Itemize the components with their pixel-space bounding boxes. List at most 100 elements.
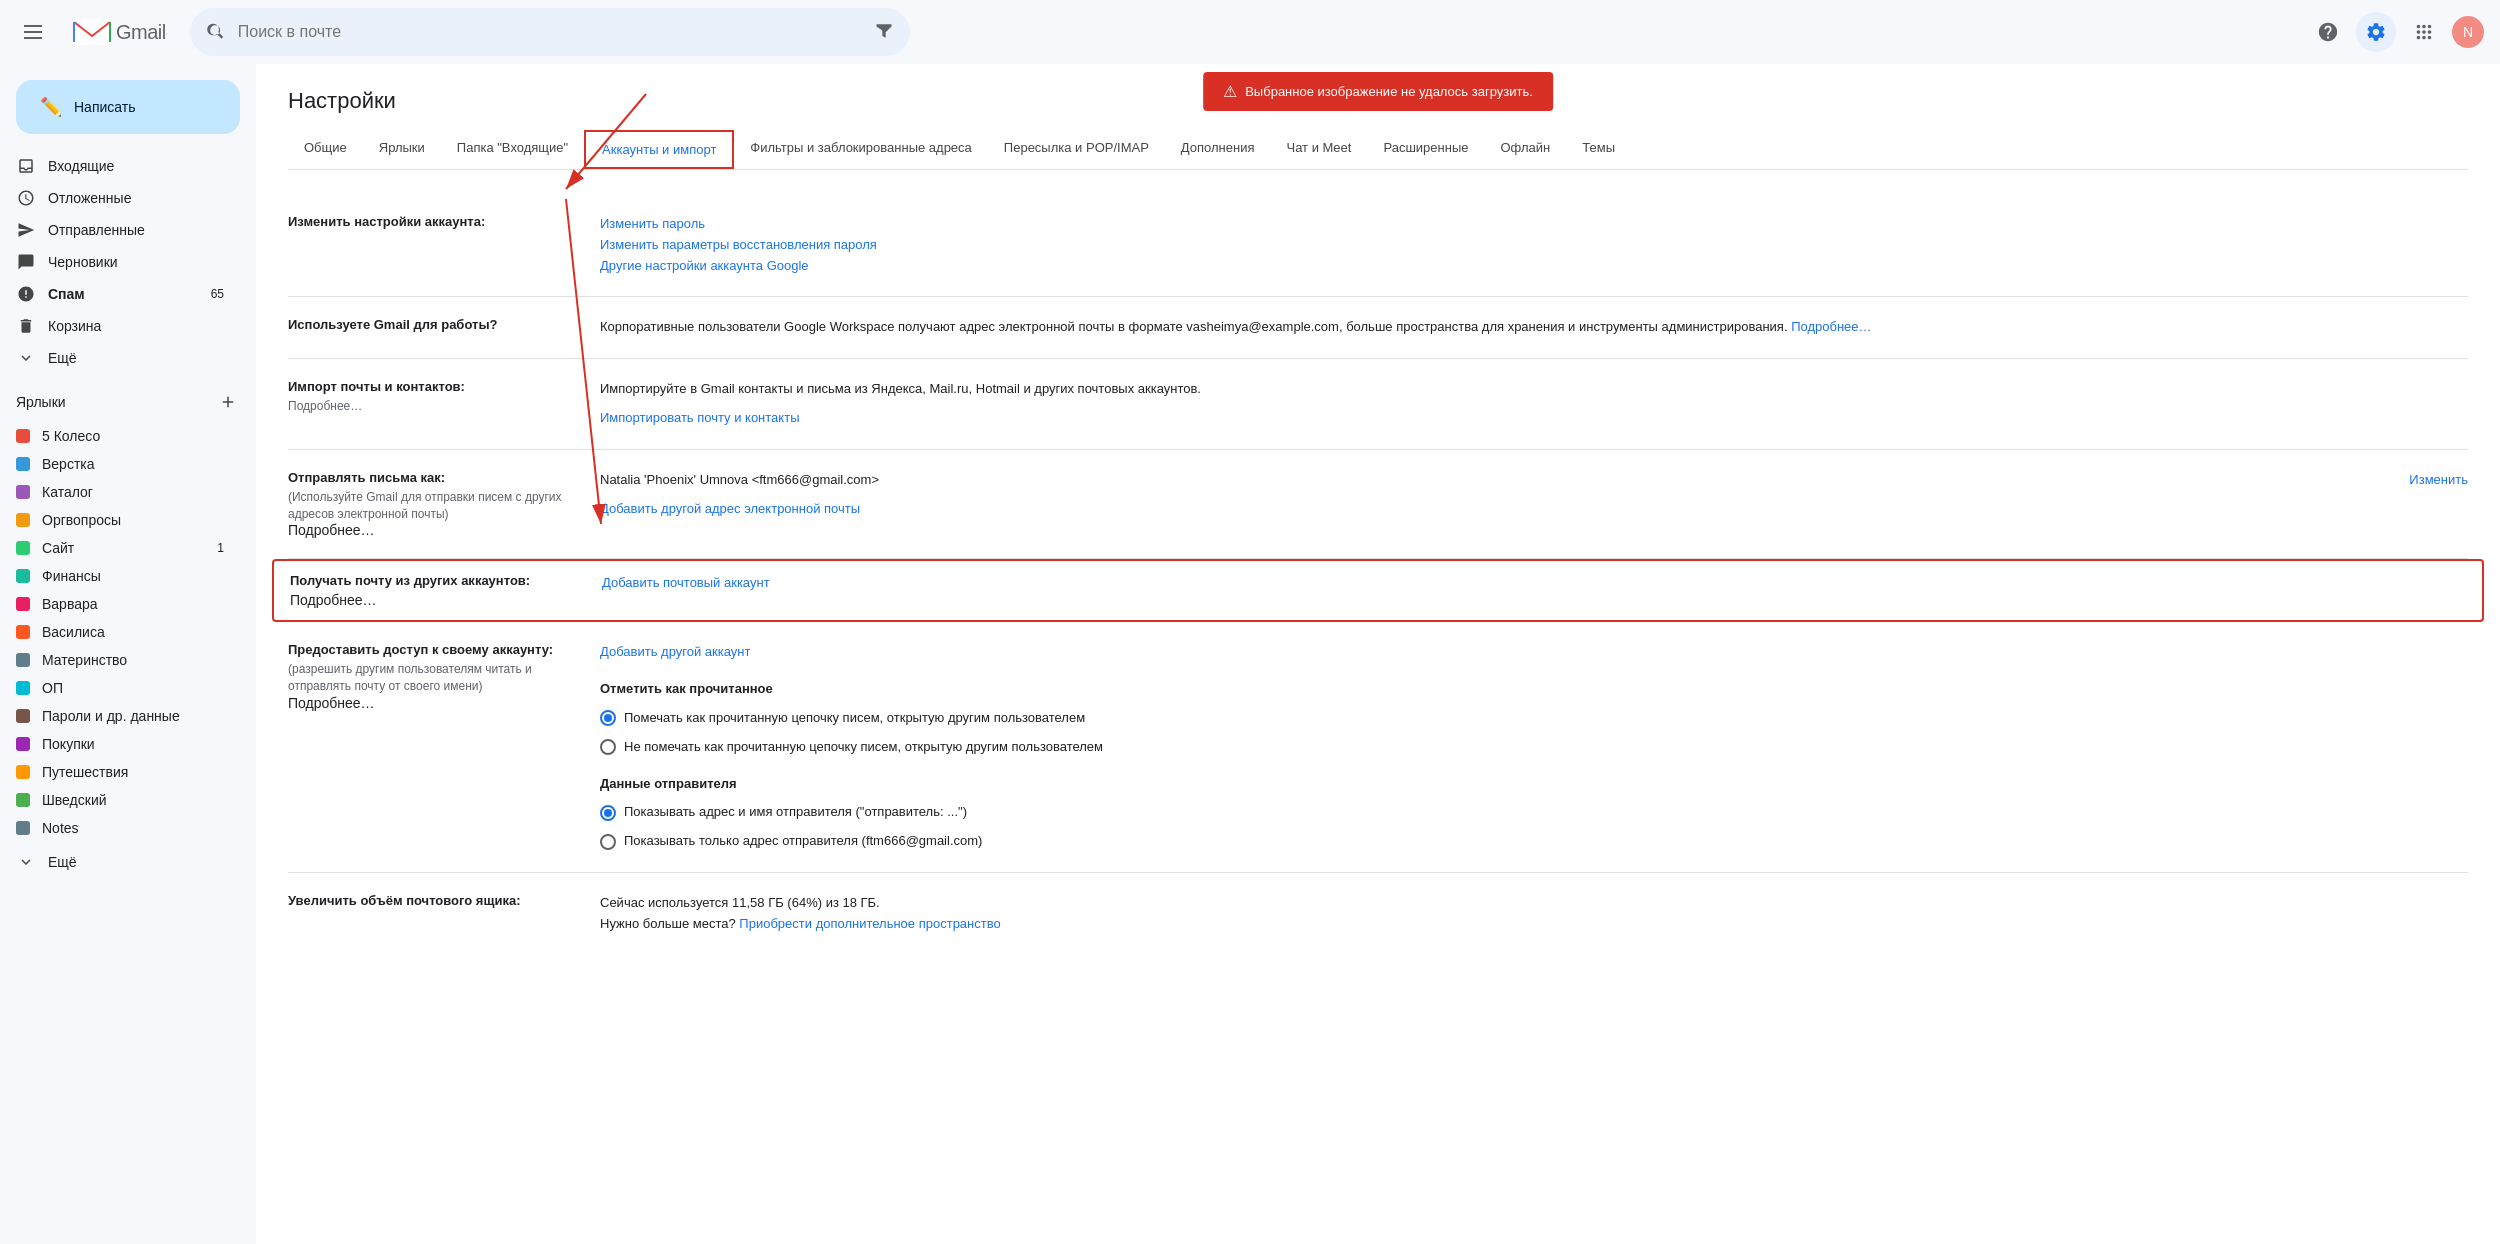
label-5koleso[interactable]: 5 Колесо [0, 422, 240, 450]
tab-labels[interactable]: Ярлыки [363, 130, 441, 169]
tab-general[interactable]: Общие [288, 130, 363, 169]
apps-button[interactable] [2404, 12, 2444, 52]
label-finansy[interactable]: Финансы [0, 562, 240, 590]
help-button[interactable] [2308, 12, 2348, 52]
mark-read-option2[interactable]: Не помечать как прочитанную цепочку писе… [600, 737, 2468, 758]
label-varvara[interactable]: Варвара [0, 590, 240, 618]
label-orgvoprosy[interactable]: Оргвопросы [0, 506, 240, 534]
label-name-maternity: Материнство [42, 652, 224, 668]
google-settings-link[interactable]: Другие настройки аккаунта Google [600, 258, 809, 273]
import-more-link[interactable]: Подробнее… [288, 399, 362, 413]
import-text: Импортируйте в Gmail контакты и письма и… [600, 379, 2468, 400]
label-name-varvara: Варвара [42, 596, 224, 612]
label-notes[interactable]: Notes [0, 814, 240, 842]
tab-advanced[interactable]: Расширенные [1367, 130, 1484, 169]
sidebar-item-spam[interactable]: Спам 65 [0, 278, 240, 310]
label-name-finansy: Финансы [42, 568, 224, 584]
mark-read-option1[interactable]: Помечать как прочитанную цепочку писем, … [600, 708, 2468, 729]
sidebar-item-trash[interactable]: Корзина [0, 310, 240, 342]
sender-data-option2[interactable]: Показывать только адрес отправителя (ftm… [600, 831, 2468, 852]
import-label-col: Импорт почты и контактов: Подробнее… [288, 379, 568, 429]
storage-action-link[interactable]: Приобрести дополнительное пространство [739, 916, 1000, 931]
grant-action-link[interactable]: Добавить другой аккаунт [600, 644, 750, 659]
sendas-more-link[interactable]: Подробнее… [288, 522, 375, 538]
sender-data-label2: Показывать только адрес отправителя (ftm… [624, 831, 982, 852]
receive-label: Получать почту из других аккаунтов: [290, 573, 570, 588]
compose-button[interactable]: ✏️ Написать [16, 80, 240, 134]
label-name-passwords: Пароли и др. данные [42, 708, 224, 724]
sidebar-item-sent[interactable]: Отправленные [0, 214, 240, 246]
receive-more-link[interactable]: Подробнее… [290, 592, 377, 608]
settings-content: Изменить настройки аккаунта: Изменить па… [256, 170, 2500, 979]
storage-more-text: Нужно больше места? [600, 916, 736, 931]
compose-label: Написать [74, 99, 135, 115]
error-icon: ⚠ [1223, 82, 1237, 101]
avatar[interactable]: N [2452, 16, 2484, 48]
label-swedish[interactable]: Шведский [0, 786, 240, 814]
tab-accounts[interactable]: Аккаунты и импорт [584, 130, 734, 169]
sidebar: ✏️ Написать Входящие Отложенные Отправле… [0, 64, 256, 1244]
search-input[interactable] [238, 23, 862, 41]
settings-row-account: Изменить настройки аккаунта: Изменить па… [288, 194, 2468, 297]
workspace-more-link[interactable]: Подробнее… [1791, 319, 1871, 334]
label-dot-finansy [16, 569, 30, 583]
settings-row-import: Импорт почты и контактов: Подробнее… Имп… [288, 359, 2468, 450]
tab-filters[interactable]: Фильтры и заблокированные адреса [734, 130, 987, 169]
sendas-sub: (Используйте Gmail для отправки писем с … [288, 489, 568, 523]
label-dot-vasilisa [16, 625, 30, 639]
svg-rect-1 [24, 31, 42, 33]
menu-icon[interactable] [16, 12, 56, 52]
top-bar-right: N [2308, 12, 2484, 52]
settings-row-receive: Получать почту из других аккаунтов: Подр… [272, 559, 2484, 622]
receive-label-col: Получать почту из других аккаунтов: Подр… [290, 573, 570, 608]
tab-forwarding[interactable]: Пересылка и POP/IMAP [988, 130, 1165, 169]
filter-icon[interactable] [874, 21, 894, 44]
storage-label-col: Увеличить объём почтового ящика: [288, 893, 568, 935]
storage-value-col: Сейчас используется 11,58 ГБ (64%) из 18… [600, 893, 2468, 935]
change-password-link[interactable]: Изменить пароль [600, 216, 705, 231]
compose-icon: ✏️ [40, 96, 62, 118]
sendas-change-link[interactable]: Изменить [2409, 470, 2468, 491]
labels-section-header[interactable]: Ярлыки [0, 382, 256, 422]
tab-addons[interactable]: Дополнения [1165, 130, 1271, 169]
sidebar-labels-more[interactable]: Ещё [0, 846, 240, 878]
sendas-value-col: Natalia 'Phoenix' Umnova <ftm666@gmail.c… [600, 470, 2468, 539]
trash-label: Корзина [48, 318, 224, 334]
sendas-action-link[interactable]: Добавить другой адрес электронной почты [600, 501, 860, 516]
label-count-sayt: 1 [217, 541, 224, 555]
label-vasilisa[interactable]: Василиса [0, 618, 240, 646]
recovery-link[interactable]: Изменить параметры восстановления пароля [600, 237, 877, 252]
label-maternity[interactable]: Материнство [0, 646, 240, 674]
sidebar-item-more[interactable]: Ещё [0, 342, 240, 374]
sidebar-item-snoozed[interactable]: Отложенные [0, 182, 240, 214]
import-action-link[interactable]: Импортировать почту и контакты [600, 410, 799, 425]
label-passwords[interactable]: Пароли и др. данные [0, 702, 240, 730]
tab-inbox[interactable]: Папка "Входящие" [441, 130, 584, 169]
sidebar-item-inbox[interactable]: Входящие [0, 150, 240, 182]
label-op[interactable]: ОП [0, 674, 240, 702]
label-travel[interactable]: Путешествия [0, 758, 240, 786]
labels-more-icon [16, 853, 36, 871]
sidebar-item-drafts[interactable]: Черновики [0, 246, 240, 278]
add-label-icon[interactable] [216, 390, 240, 414]
settings-button[interactable] [2356, 12, 2396, 52]
snoozed-icon [16, 189, 36, 207]
label-verstka[interactable]: Верстка [0, 450, 240, 478]
receive-action-link[interactable]: Добавить почтовый аккаунт [602, 575, 770, 590]
settings-tabs: Общие Ярлыки Папка "Входящие" Аккаунты и… [288, 130, 2468, 170]
label-purchases[interactable]: Покупки [0, 730, 240, 758]
label-katalog[interactable]: Каталог [0, 478, 240, 506]
label-dot-verstka [16, 457, 30, 471]
sendas-label: Отправлять письма как: [288, 470, 568, 485]
tab-themes[interactable]: Темы [1566, 130, 1631, 169]
label-dot-passwords [16, 709, 30, 723]
error-tooltip: ⚠ Выбранное изображение не удалось загру… [1203, 72, 1553, 111]
sender-data-option1[interactable]: Показывать адрес и имя отправителя ("отп… [600, 802, 2468, 823]
grant-more-link[interactable]: Подробнее… [288, 695, 375, 711]
tab-offline[interactable]: Офлайн [1484, 130, 1566, 169]
label-sayt[interactable]: Сайт 1 [0, 534, 240, 562]
more-label: Ещё [48, 350, 224, 366]
tab-chat[interactable]: Чат и Meet [1270, 130, 1367, 169]
mark-read-label2: Не помечать как прочитанную цепочку писе… [624, 737, 1103, 758]
account-value-col: Изменить пароль Изменить параметры восст… [600, 214, 2468, 276]
